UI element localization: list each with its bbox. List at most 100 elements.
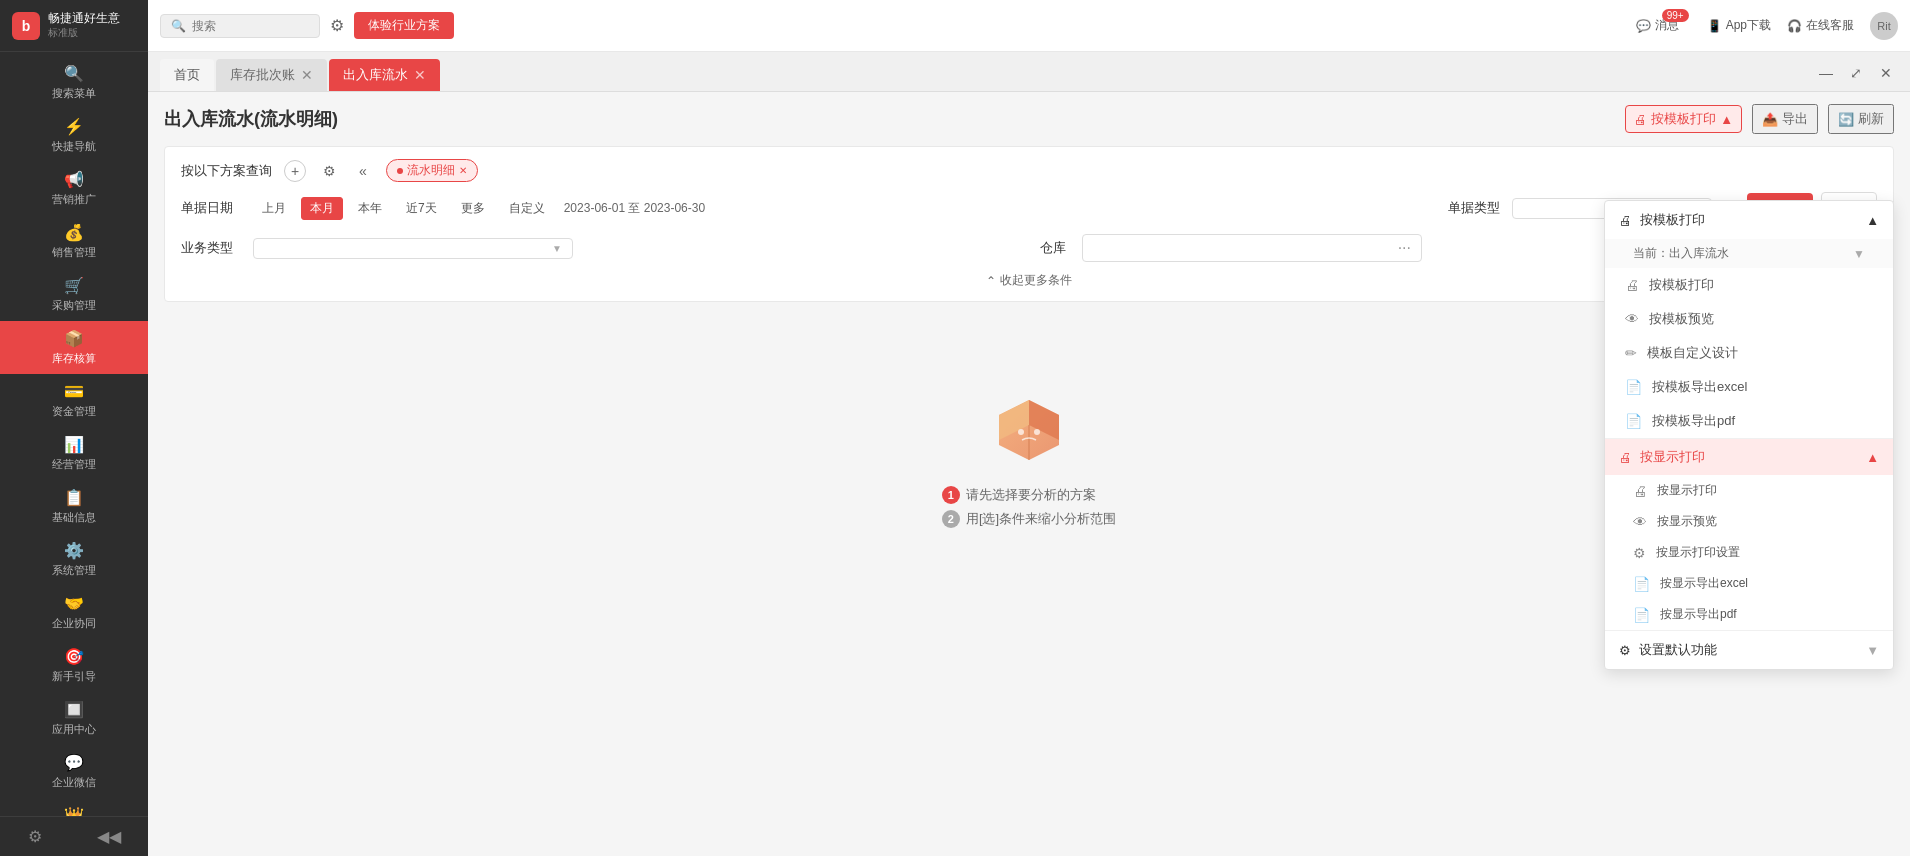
settings-footer-icon[interactable]: ⚙ (28, 827, 42, 846)
dp-export-excel-template-label: 按模板导出excel (1652, 378, 1747, 396)
filter-settings-icon[interactable]: ⚙ (318, 160, 340, 182)
sidebar-item-marketing[interactable]: 📢 营销推广 (0, 162, 148, 215)
sidebar-item-label: 营销推广 (52, 192, 96, 207)
warehouse-field[interactable]: ··· (1082, 234, 1422, 262)
message-badge: 99+ (1662, 9, 1689, 22)
chevron-down-footer-icon: ▼ (1866, 643, 1879, 658)
empty-tip-2: 2 用[选]条件来缩小分析范围 (942, 510, 1116, 528)
print-template-icon: 🖨 (1625, 277, 1639, 293)
print-template-button[interactable]: 🖨 按模板打印 ▲ (1625, 105, 1742, 133)
filter-tag-dot (397, 168, 403, 174)
empty-tips: 1 请先选择要分析的方案 2 用[选]条件来缩小分析范围 (942, 486, 1116, 528)
dp-export-pdf-template-item[interactable]: 📄 按模板导出pdf (1605, 404, 1893, 438)
dp-display-section-header[interactable]: 🖨 按显示打印 ▲ (1605, 439, 1893, 475)
page-area: 出入库流水(流水明细) 🖨 按模板打印 ▲ 📤 导出 🔄 刷新 (148, 92, 1910, 856)
sidebar-item-search-menu[interactable]: 🔍 搜索菜单 (0, 56, 148, 109)
export-pdf-template-icon: 📄 (1625, 413, 1642, 429)
customer-service-button[interactable]: 🎧 在线客服 (1787, 17, 1854, 34)
sidebar-item-app-center[interactable]: 🔲 应用中心 (0, 692, 148, 745)
minimize-window-icon[interactable]: — (1814, 61, 1838, 85)
refresh-button[interactable]: 🔄 刷新 (1828, 104, 1894, 134)
dp-export-excel-template-item[interactable]: 📄 按模板导出excel (1605, 370, 1893, 404)
dp-display-preview-item[interactable]: 👁 按显示预览 (1605, 506, 1893, 537)
dp-custom-design-item[interactable]: ✏ 模板自定义设计 (1605, 336, 1893, 370)
business-type-select[interactable]: ▼ (253, 238, 573, 259)
sales-icon: 💰 (64, 223, 84, 242)
app-name: 畅捷通好生意 (48, 11, 120, 27)
sidebar-item-label: 经营管理 (52, 457, 96, 472)
vip-icon: 👑 (64, 806, 84, 816)
date-tag-last-month[interactable]: 上月 (253, 197, 295, 220)
dp-template-header[interactable]: 🖨 按模板打印 ▲ (1605, 201, 1893, 239)
sidebar-item-inventory[interactable]: 📦 库存核算 (0, 321, 148, 374)
filter-tag[interactable]: 流水明细 ✕ (386, 159, 478, 182)
dp-footer-settings[interactable]: ⚙ 设置默认功能 ▼ (1605, 631, 1893, 669)
chevron-up-icon-2: ⌃ (986, 274, 996, 288)
sidebar-item-newbie[interactable]: 🎯 新手引导 (0, 639, 148, 692)
app-center-icon: 🔲 (64, 700, 84, 719)
sidebar-item-basic[interactable]: 📋 基础信息 (0, 480, 148, 533)
tip-number-2: 2 (942, 510, 960, 528)
dp-preview-template-item[interactable]: 👁 按模板预览 (1605, 302, 1893, 336)
display-preview-icon: 👁 (1633, 514, 1647, 530)
sidebar-item-system[interactable]: ⚙️ 系统管理 (0, 533, 148, 586)
sidebar-item-finance[interactable]: 💳 资金管理 (0, 374, 148, 427)
refresh-label: 刷新 (1858, 110, 1884, 128)
topbar-search-wrapper[interactable]: 🔍 (160, 14, 320, 38)
system-icon: ⚙️ (64, 541, 84, 560)
tab-close-active-icon[interactable]: ✕ (414, 67, 426, 83)
search-input[interactable] (192, 19, 309, 33)
tab-flow[interactable]: 出入库流水 ✕ (329, 59, 440, 91)
tab-home[interactable]: 首页 (160, 59, 214, 91)
warehouse-label: 仓库 (1040, 239, 1070, 257)
sidebar-item-purchase[interactable]: 🛒 采购管理 (0, 268, 148, 321)
user-avatar[interactable]: Rit (1870, 12, 1898, 40)
close-window-icon[interactable]: ✕ (1874, 61, 1898, 85)
empty-tip-1: 1 请先选择要分析的方案 (942, 486, 1116, 504)
date-filter-label: 单据日期 (181, 199, 241, 217)
printer-header-icon: 🖨 (1619, 213, 1632, 228)
date-tag-more[interactable]: 更多 (452, 197, 494, 220)
dp-display-preview-label: 按显示预览 (1657, 513, 1717, 530)
app-download-button[interactable]: 📱 App下载 (1707, 17, 1771, 34)
gear-icon[interactable]: ⚙ (330, 16, 344, 35)
inventory-icon: 📦 (64, 329, 84, 348)
date-tag-last-7-days[interactable]: 近7天 (397, 197, 446, 220)
message-button[interactable]: 💬 消息 99+ (1636, 17, 1679, 34)
app-logo-icon: b (12, 12, 40, 40)
sidebar-item-label: 新手引导 (52, 669, 96, 684)
user-name: Rit (1877, 20, 1890, 32)
dp-print-template-item[interactable]: 🖨 按模板打印 (1605, 268, 1893, 302)
date-tag-current-year[interactable]: 本年 (349, 197, 391, 220)
sidebar-item-operation[interactable]: 📊 经营管理 (0, 427, 148, 480)
trial-button[interactable]: 体验行业方案 (354, 12, 454, 39)
sidebar-item-wechat[interactable]: 💬 企业微信 (0, 745, 148, 798)
sidebar-item-label: 应用中心 (52, 722, 96, 737)
export-label: 导出 (1782, 110, 1808, 128)
tab-close-icon[interactable]: ✕ (301, 67, 313, 83)
purchase-icon: 🛒 (64, 276, 84, 295)
date-tag-current-month[interactable]: 本月 (301, 197, 343, 220)
page-title: 出入库流水(流水明细) (164, 107, 338, 131)
sidebar-item-sales[interactable]: 💰 销售管理 (0, 215, 148, 268)
dp-display-export-excel-item[interactable]: 📄 按显示导出excel (1605, 568, 1893, 599)
page-actions: 🖨 按模板打印 ▲ 📤 导出 🔄 刷新 (1625, 104, 1894, 134)
dp-display-print-item[interactable]: 🖨 按显示打印 (1605, 475, 1893, 506)
sidebar-item-vip[interactable]: 👑 畅会员 (0, 798, 148, 816)
tab-batch-account[interactable]: 库存批次账 ✕ (216, 59, 327, 91)
dp-current-label: 当前：出入库流水 (1633, 245, 1729, 262)
warehouse-more-icon[interactable]: ··· (1398, 239, 1411, 257)
dp-display-export-pdf-item[interactable]: 📄 按显示导出pdf (1605, 599, 1893, 630)
maximize-window-icon[interactable]: ⤢ (1844, 61, 1868, 85)
sidebar-item-enterprise[interactable]: 🤝 企业协同 (0, 586, 148, 639)
date-tag-custom[interactable]: 自定义 (500, 197, 554, 220)
sidebar-item-quick-nav[interactable]: ⚡ 快捷导航 (0, 109, 148, 162)
filter-collapse-icon[interactable]: « (352, 160, 374, 182)
display-export-excel-icon: 📄 (1633, 576, 1650, 592)
collapse-more-button[interactable]: ⌃ 收起更多条件 (986, 272, 1072, 289)
filter-add-button[interactable]: + (284, 160, 306, 182)
export-button[interactable]: 📤 导出 (1752, 104, 1818, 134)
dp-display-export-pdf-label: 按显示导出pdf (1660, 606, 1737, 623)
collapse-sidebar-icon[interactable]: ◀◀ (97, 827, 121, 846)
dp-display-print-settings-item[interactable]: ⚙ 按显示打印设置 (1605, 537, 1893, 568)
